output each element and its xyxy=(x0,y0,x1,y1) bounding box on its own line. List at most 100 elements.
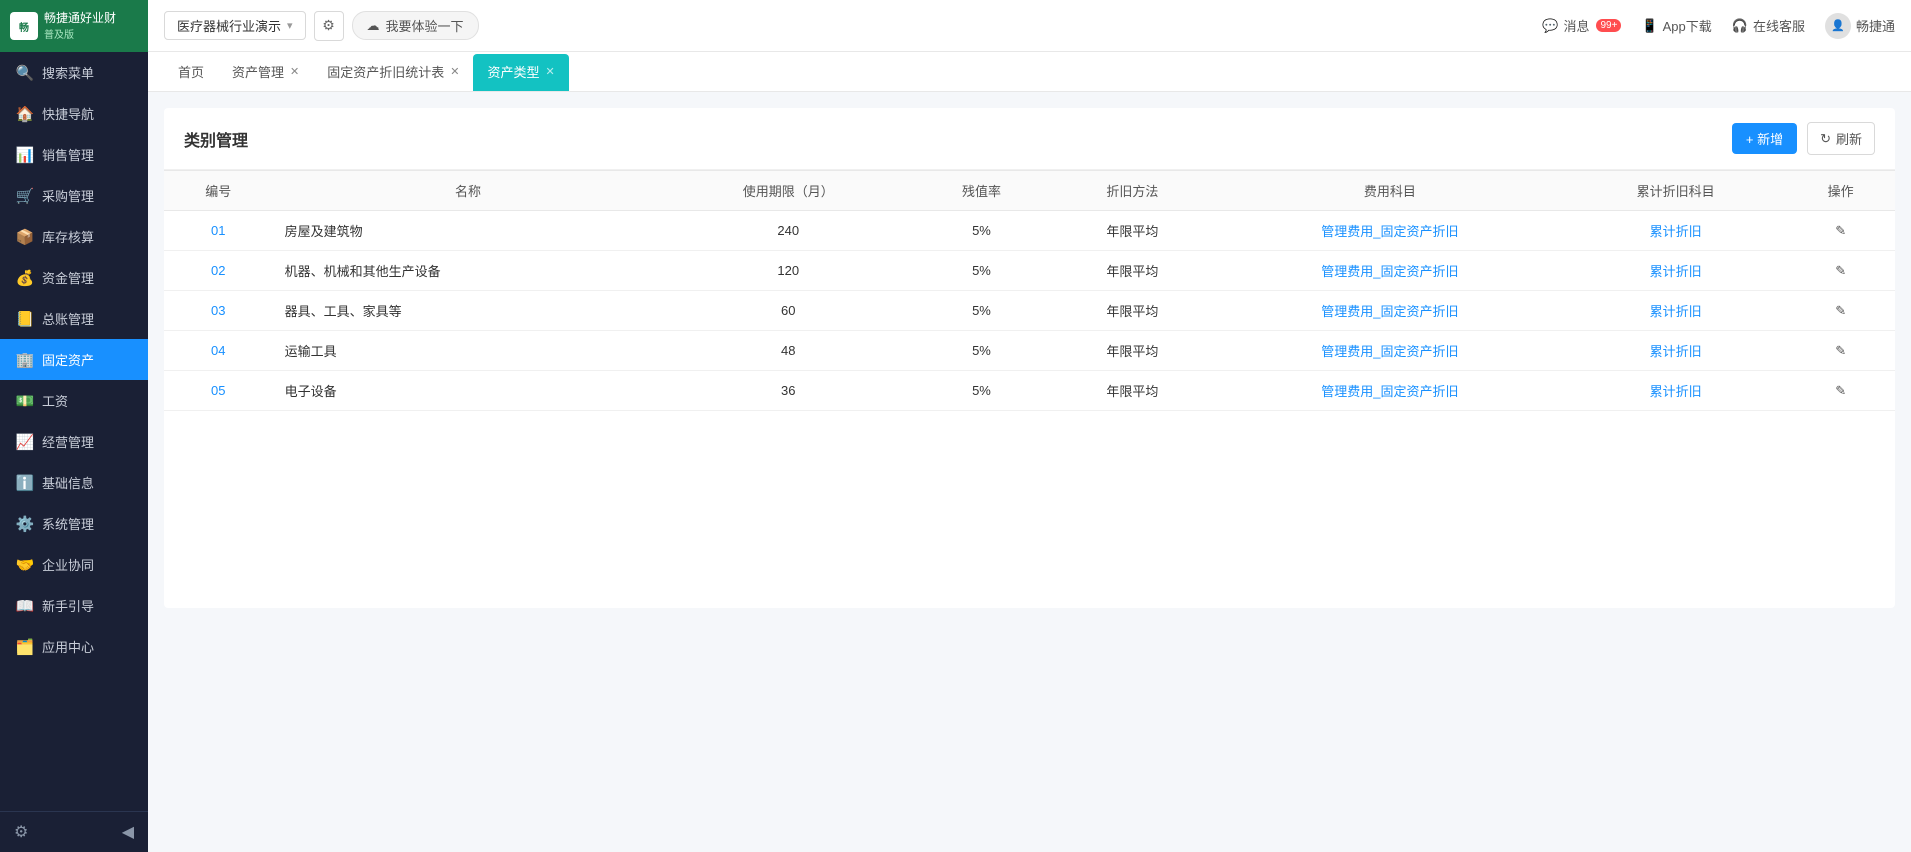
col-header-name: 名称 xyxy=(273,171,664,211)
cell-id: 03 xyxy=(164,291,273,331)
sidebar-label-ledger: 总账管理 xyxy=(42,309,132,328)
sidebar-item-inventory[interactable]: 📦 库存核算 xyxy=(0,216,148,257)
message-label: 消息 xyxy=(1563,16,1589,35)
tab-home-label: 首页 xyxy=(178,62,204,81)
expense-link[interactable]: 管理费用_固定资产折旧 xyxy=(1321,224,1458,239)
gear-icon: ⚙ xyxy=(322,17,335,34)
new-button[interactable]: + 新增 xyxy=(1732,123,1797,154)
cell-method: 年限平均 xyxy=(1050,291,1215,331)
sidebar-item-app-center[interactable]: 🗂️ 应用中心 xyxy=(0,626,148,667)
refresh-button[interactable]: ↻ 刷新 xyxy=(1807,122,1875,155)
main-area: 医疗器械行业演示 ▾ ⚙ ☁ 我要体验一下 💬 消息 99+ 📱 App下载 xyxy=(148,0,1911,852)
sidebar-item-guide[interactable]: 📖 新手引导 xyxy=(0,585,148,626)
logo-icon: 畅 xyxy=(10,12,38,40)
app-download-action[interactable]: 📱 App下载 xyxy=(1641,16,1711,35)
cell-period: 240 xyxy=(663,211,913,251)
logo-badge: 普及版 xyxy=(44,26,116,41)
ledger-icon: 📒 xyxy=(16,310,34,328)
cell-action: ✎ xyxy=(1786,371,1895,411)
row-id-link[interactable]: 02 xyxy=(211,263,225,278)
tab-depreciation-close[interactable]: ✕ xyxy=(450,65,459,78)
tab-asset-management[interactable]: 资产管理 ✕ xyxy=(218,54,313,91)
cell-accumulated: 累计折旧 xyxy=(1565,251,1786,291)
tab-depreciation-table[interactable]: 固定资产折旧统计表 ✕ xyxy=(313,54,473,91)
avatar: 👤 xyxy=(1825,13,1851,39)
sidebar-item-fixed-assets[interactable]: 🏢 固定资产 xyxy=(0,339,148,380)
cell-residual: 5% xyxy=(913,371,1050,411)
logo-text-container: 畅捷通好业财 普及版 xyxy=(44,11,116,42)
app-center-icon: 🗂️ xyxy=(16,638,34,656)
finance-icon: 💰 xyxy=(16,269,34,287)
sidebar-item-operations[interactable]: 📈 经营管理 xyxy=(0,421,148,462)
cell-expense: 管理费用_固定资产折旧 xyxy=(1215,371,1565,411)
sidebar-nav: 🔍 搜索菜单 🏠 快捷导航 📊 销售管理 🛒 采购管理 📦 库存核算 💰 资金管… xyxy=(0,52,148,811)
online-support-action[interactable]: 🎧 在线客服 xyxy=(1732,16,1805,35)
row-id-link[interactable]: 05 xyxy=(211,383,225,398)
col-header-residual: 残值率 xyxy=(913,171,1050,211)
cell-action: ✎ xyxy=(1786,291,1895,331)
table-row: 03 器具、工具、家具等 60 5% 年限平均 管理费用_固定资产折旧 累计折旧… xyxy=(164,291,1895,331)
accumulated-link[interactable]: 累计折旧 xyxy=(1650,384,1702,399)
tab-asset-type-close[interactable]: ✕ xyxy=(546,65,555,78)
sidebar-item-system[interactable]: ⚙️ 系统管理 xyxy=(0,503,148,544)
sidebar-footer: ⚙ ◀ xyxy=(0,811,148,852)
row-id-link[interactable]: 01 xyxy=(211,223,225,238)
sidebar-label-fixed-assets: 固定资产 xyxy=(42,350,132,369)
panel-header: 类别管理 + 新增 ↻ 刷新 xyxy=(164,108,1895,170)
cell-residual: 5% xyxy=(913,211,1050,251)
col-header-action: 操作 xyxy=(1786,171,1895,211)
tab-asset-management-close[interactable]: ✕ xyxy=(290,65,299,78)
fixed-assets-icon: 🏢 xyxy=(16,351,34,369)
sidebar-item-payroll[interactable]: 💵 工资 xyxy=(0,380,148,421)
expense-link[interactable]: 管理费用_固定资产折旧 xyxy=(1321,384,1458,399)
tab-asset-type-label: 资产类型 xyxy=(487,62,539,81)
sidebar-item-sales[interactable]: 📊 销售管理 xyxy=(0,134,148,175)
sidebar-item-purchase[interactable]: 🛒 采购管理 xyxy=(0,175,148,216)
accumulated-link[interactable]: 累计折旧 xyxy=(1650,264,1702,279)
cell-expense: 管理费用_固定资产折旧 xyxy=(1215,291,1565,331)
experience-button[interactable]: ☁ 我要体验一下 xyxy=(352,11,479,40)
edit-button[interactable]: ✎ xyxy=(1835,343,1846,358)
accumulated-link[interactable]: 累计折旧 xyxy=(1650,224,1702,239)
tab-asset-type[interactable]: 资产类型 ✕ xyxy=(473,54,568,91)
collapse-icon[interactable]: ◀ xyxy=(122,822,134,842)
cloud-icon: ☁ xyxy=(367,18,380,34)
demo-selector[interactable]: 医疗器械行业演示 ▾ xyxy=(164,11,306,40)
row-id-link[interactable]: 03 xyxy=(211,303,225,318)
user-action[interactable]: 👤 畅捷通 xyxy=(1825,13,1895,39)
cell-period: 60 xyxy=(663,291,913,331)
edit-button[interactable]: ✎ xyxy=(1835,383,1846,398)
cell-method: 年限平均 xyxy=(1050,331,1215,371)
sidebar-item-ledger[interactable]: 📒 总账管理 xyxy=(0,298,148,339)
message-action[interactable]: 💬 消息 99+ xyxy=(1542,16,1621,35)
accumulated-link[interactable]: 累计折旧 xyxy=(1650,344,1702,359)
tab-home[interactable]: 首页 xyxy=(164,54,218,91)
sidebar-item-finance[interactable]: 💰 资金管理 xyxy=(0,257,148,298)
sidebar-label-inventory: 库存核算 xyxy=(42,227,132,246)
system-icon: ⚙️ xyxy=(16,515,34,533)
edit-button[interactable]: ✎ xyxy=(1835,223,1846,238)
sidebar-label-basic-info: 基础信息 xyxy=(42,473,132,492)
cell-period: 48 xyxy=(663,331,913,371)
sidebar-item-quick-nav[interactable]: 🏠 快捷导航 xyxy=(0,93,148,134)
basic-info-icon: ℹ️ xyxy=(16,474,34,492)
accumulated-link[interactable]: 累计折旧 xyxy=(1650,304,1702,319)
sidebar-label-sales: 销售管理 xyxy=(42,145,132,164)
edit-button[interactable]: ✎ xyxy=(1835,263,1846,278)
cell-accumulated: 累计折旧 xyxy=(1565,371,1786,411)
expense-link[interactable]: 管理费用_固定资产折旧 xyxy=(1321,344,1458,359)
cell-method: 年限平均 xyxy=(1050,211,1215,251)
row-id-link[interactable]: 04 xyxy=(211,343,225,358)
sidebar-item-enterprise[interactable]: 🤝 企业协同 xyxy=(0,544,148,585)
settings-icon[interactable]: ⚙ xyxy=(14,822,28,842)
sales-icon: 📊 xyxy=(16,146,34,164)
expense-link[interactable]: 管理费用_固定资产折旧 xyxy=(1321,304,1458,319)
sidebar-item-search[interactable]: 🔍 搜索菜单 xyxy=(0,52,148,93)
col-header-accumulated: 累计折旧科目 xyxy=(1565,171,1786,211)
edit-button[interactable]: ✎ xyxy=(1835,303,1846,318)
guide-icon: 📖 xyxy=(16,597,34,615)
expense-link[interactable]: 管理费用_固定资产折旧 xyxy=(1321,264,1458,279)
sidebar-item-basic-info[interactable]: ℹ️ 基础信息 xyxy=(0,462,148,503)
settings-button[interactable]: ⚙ xyxy=(314,11,344,41)
col-header-id: 编号 xyxy=(164,171,273,211)
